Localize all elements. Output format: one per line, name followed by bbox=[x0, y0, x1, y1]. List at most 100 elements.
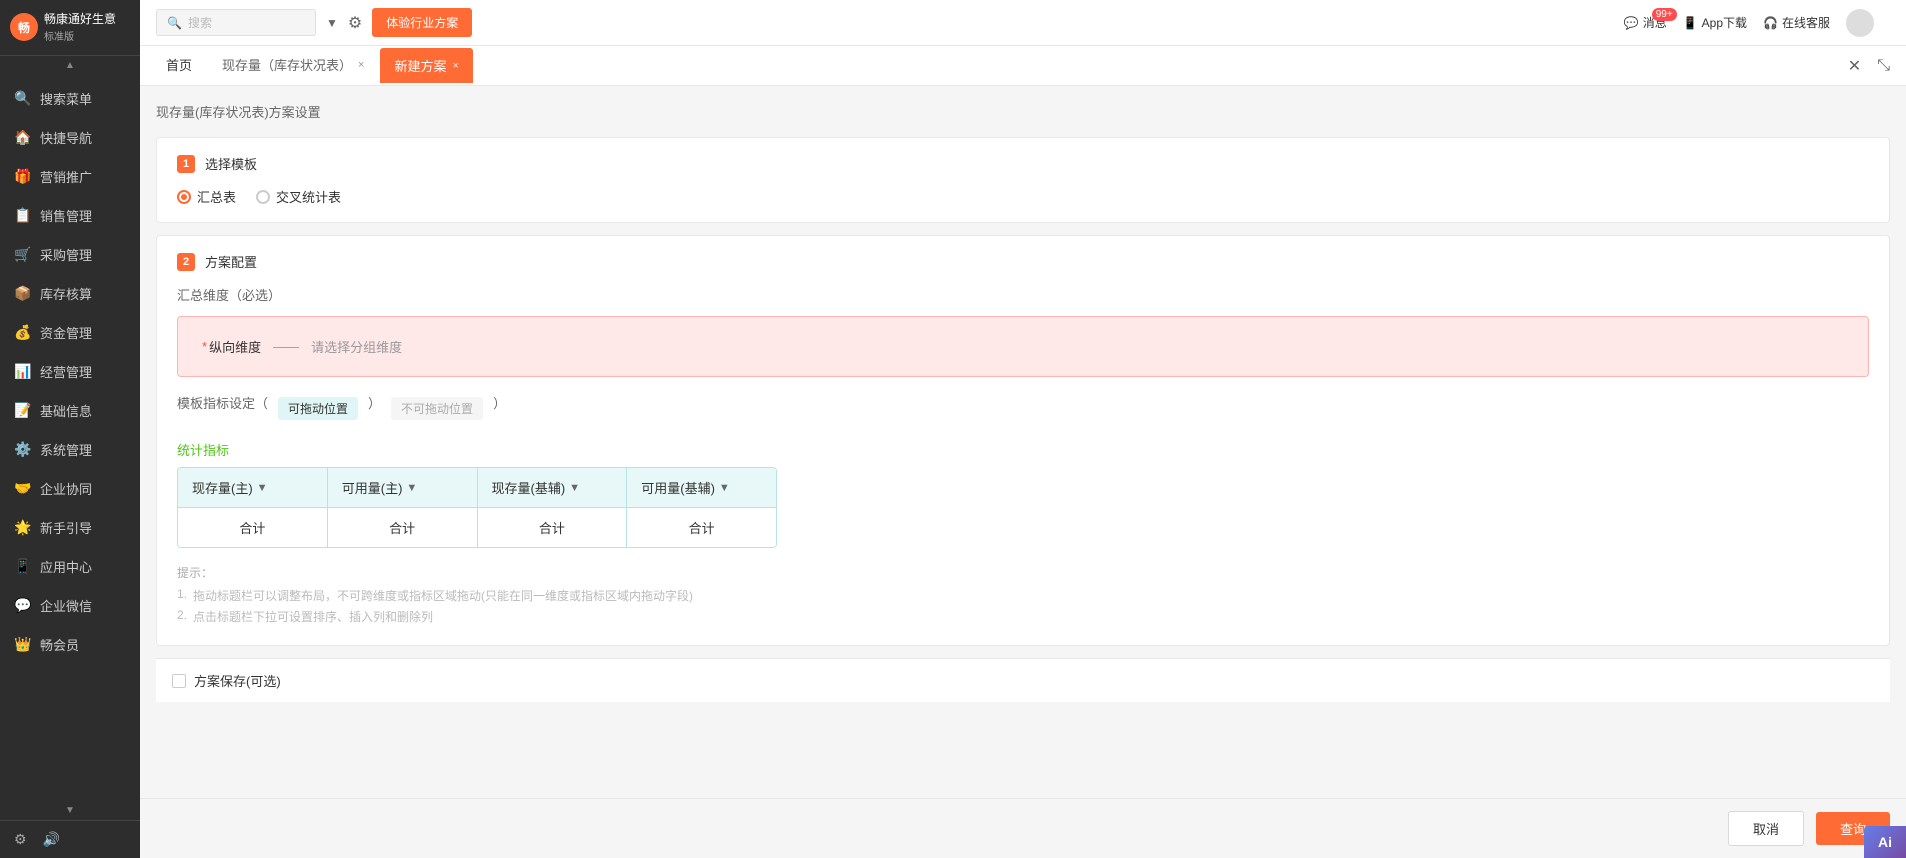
sidebar-footer: ⚙ 🔊 bbox=[0, 820, 140, 858]
app-download-btn[interactable]: 📱 App下载 bbox=[1683, 14, 1747, 31]
radio-cross-dot bbox=[256, 190, 270, 204]
sidebar-item-vip[interactable]: 👑 畅会员 bbox=[0, 625, 140, 664]
chevron-2[interactable]: ▼ bbox=[569, 482, 580, 494]
save-checkbox[interactable] bbox=[172, 674, 186, 688]
radio-summary[interactable]: 汇总表 bbox=[177, 187, 236, 206]
dimension-placeholder: 请选择分组维度 bbox=[311, 337, 402, 356]
sales-icon: 📋 bbox=[14, 206, 32, 224]
ai-badge[interactable]: Ai bbox=[1864, 826, 1906, 858]
cell-0-0: 合计 bbox=[178, 508, 328, 547]
cell-0-3: 合计 bbox=[627, 508, 776, 547]
search-placeholder: 搜索 bbox=[188, 14, 212, 31]
stats-table: 现存量(主) ▼ 可用量(主) ▼ 现存量(基辅) ▼ 可用量(基辅) ▼ bbox=[177, 467, 777, 548]
tips-title: 提示： bbox=[177, 564, 1869, 581]
save-option: 方案保存(可选) bbox=[156, 658, 1890, 702]
topbar-right: 💬 消息 99+ 📱 App下载 🎧 在线客服 bbox=[1624, 9, 1890, 37]
tab-new-scheme-label: 新建方案 bbox=[394, 56, 446, 75]
app-center-icon: 📱 bbox=[14, 557, 32, 575]
sidebar-item-label: 搜索菜单 bbox=[40, 89, 92, 108]
sidebar-item-label: 库存核算 bbox=[40, 284, 92, 303]
sidebar-item-marketing[interactable]: 🎁 营销推广 bbox=[0, 157, 140, 196]
sidebar-item-label: 采购管理 bbox=[40, 245, 92, 264]
chevron-1[interactable]: ▼ bbox=[406, 482, 417, 494]
dimension-selector[interactable]: * 纵向维度 —— 请选择分组维度 bbox=[177, 316, 1869, 377]
col-label-0: 现存量(主) bbox=[192, 478, 253, 497]
col-header-0[interactable]: 现存量(主) ▼ bbox=[178, 468, 328, 507]
search-icon: 🔍 bbox=[167, 16, 182, 30]
message-icon: 💬 bbox=[1624, 16, 1639, 30]
gear-icon[interactable]: ⚙ bbox=[348, 13, 362, 33]
scroll-down-btn[interactable]: ▼ bbox=[0, 801, 140, 820]
app-label: App下载 bbox=[1702, 14, 1747, 31]
sidebar-item-label: 畅会员 bbox=[40, 635, 79, 654]
sidebar-item-corp-coop[interactable]: 🤝 企业协同 bbox=[0, 469, 140, 508]
col-label-1: 可用量(主) bbox=[342, 478, 403, 497]
tab-inventory-status[interactable]: 现存量（库存状况表） × bbox=[208, 47, 378, 84]
service-btn[interactable]: 🎧 在线客服 bbox=[1763, 14, 1830, 31]
message-btn[interactable]: 💬 消息 99+ bbox=[1624, 14, 1667, 31]
inventory-icon: 📦 bbox=[14, 284, 32, 302]
sidebar-item-corp-wechat[interactable]: 💬 企业微信 bbox=[0, 586, 140, 625]
sidebar-item-sys-mgmt[interactable]: ⚙️ 系统管理 bbox=[0, 430, 140, 469]
corp-wechat-icon: 💬 bbox=[14, 596, 32, 614]
avatar[interactable] bbox=[1846, 9, 1874, 37]
tab-new-scheme-close[interactable]: × bbox=[452, 60, 458, 72]
radio-cross[interactable]: 交叉统计表 bbox=[256, 187, 341, 206]
step1-header: 1 选择模板 bbox=[177, 154, 1869, 173]
col-header-2[interactable]: 现存量(基辅) ▼ bbox=[478, 468, 628, 507]
sidebar-item-label: 企业协同 bbox=[40, 479, 92, 498]
sidebar-item-label: 系统管理 bbox=[40, 440, 92, 459]
sidebar-item-sales[interactable]: 📋 销售管理 bbox=[0, 196, 140, 235]
tab-home[interactable]: 首页 bbox=[152, 47, 206, 84]
tab-inventory-close[interactable]: × bbox=[358, 59, 364, 71]
indicators-sep: ） bbox=[368, 393, 381, 412]
purchase-icon: 🛒 bbox=[14, 245, 32, 263]
template-radio-group: 汇总表 交叉统计表 bbox=[177, 187, 1869, 206]
tab-collapse-btn[interactable]: ✕ bbox=[1844, 52, 1865, 80]
step2-num: 2 bbox=[177, 253, 195, 271]
tips-item-1: 点击标题栏下拉可设置排序、插入列和删除列 bbox=[177, 608, 1869, 625]
sidebar-item-label: 销售管理 bbox=[40, 206, 92, 225]
step1-num: 1 bbox=[177, 155, 195, 173]
col-header-3[interactable]: 可用量(基辅) ▼ bbox=[627, 468, 776, 507]
sidebar: 畅 畅康通好生意 标准版 ▲ 🔍 搜索菜单 🏠 快捷导航 🎁 营销推广 📋 销售… bbox=[0, 0, 140, 858]
trial-btn[interactable]: 体验行业方案 bbox=[372, 8, 472, 37]
cell-0-1: 合计 bbox=[328, 508, 478, 547]
corp-coop-icon: 🤝 bbox=[14, 479, 32, 497]
dimension-label: 纵向维度 bbox=[209, 337, 261, 356]
settings-icon[interactable]: ⚙ bbox=[14, 831, 27, 848]
search-box[interactable]: 🔍 搜索 bbox=[156, 9, 316, 36]
chevron-0[interactable]: ▼ bbox=[257, 482, 268, 494]
content-area: 现存量(库存状况表)方案设置 1 选择模板 汇总表 交叉统计表 2 bbox=[140, 86, 1906, 798]
scroll-up-btn[interactable]: ▲ bbox=[0, 56, 140, 75]
sidebar-item-label: 快捷导航 bbox=[40, 128, 92, 147]
col-header-1[interactable]: 可用量(主) ▼ bbox=[328, 468, 478, 507]
phone-icon: 📱 bbox=[1683, 16, 1698, 30]
sidebar-item-operation[interactable]: 📊 经营管理 bbox=[0, 352, 140, 391]
dropdown-icon[interactable]: ▼ bbox=[326, 16, 338, 30]
operation-icon: 📊 bbox=[14, 362, 32, 380]
tab-expand-btn[interactable]: ⤡ bbox=[1873, 52, 1894, 80]
tab-new-scheme[interactable]: 新建方案 × bbox=[380, 48, 472, 83]
service-label: 在线客服 bbox=[1782, 14, 1830, 31]
sidebar-item-app-center[interactable]: 📱 应用中心 bbox=[0, 547, 140, 586]
chevron-3[interactable]: ▼ bbox=[719, 482, 730, 494]
sidebar-item-basic-info[interactable]: 📝 基础信息 bbox=[0, 391, 140, 430]
logo-name: 畅康通好生意 bbox=[44, 12, 116, 28]
tab-inventory-label: 现存量（库存状况表） bbox=[222, 55, 352, 74]
sidebar-item-finance[interactable]: 💰 资金管理 bbox=[0, 313, 140, 352]
save-label: 方案保存(可选) bbox=[194, 671, 281, 690]
finance-icon: 💰 bbox=[14, 323, 32, 341]
dimension-dash: —— bbox=[273, 339, 299, 354]
radio-summary-dot bbox=[177, 190, 191, 204]
cancel-button[interactable]: 取消 bbox=[1728, 811, 1804, 846]
sidebar-item-purchase[interactable]: 🛒 采购管理 bbox=[0, 235, 140, 274]
sidebar-item-new-guide[interactable]: 🌟 新手引导 bbox=[0, 508, 140, 547]
sidebar-item-search-menu[interactable]: 🔍 搜索菜单 bbox=[0, 79, 140, 118]
footer-bar: 取消 查询 bbox=[140, 798, 1906, 858]
sidebar-item-quick-nav[interactable]: 🏠 快捷导航 bbox=[0, 118, 140, 157]
tabs-bar: 首页 现存量（库存状况表） × 新建方案 × ✕ ⤡ bbox=[140, 46, 1906, 86]
sidebar-item-inventory[interactable]: 📦 库存核算 bbox=[0, 274, 140, 313]
headset-icon: 🎧 bbox=[1763, 16, 1778, 30]
volume-icon[interactable]: 🔊 bbox=[43, 831, 60, 848]
